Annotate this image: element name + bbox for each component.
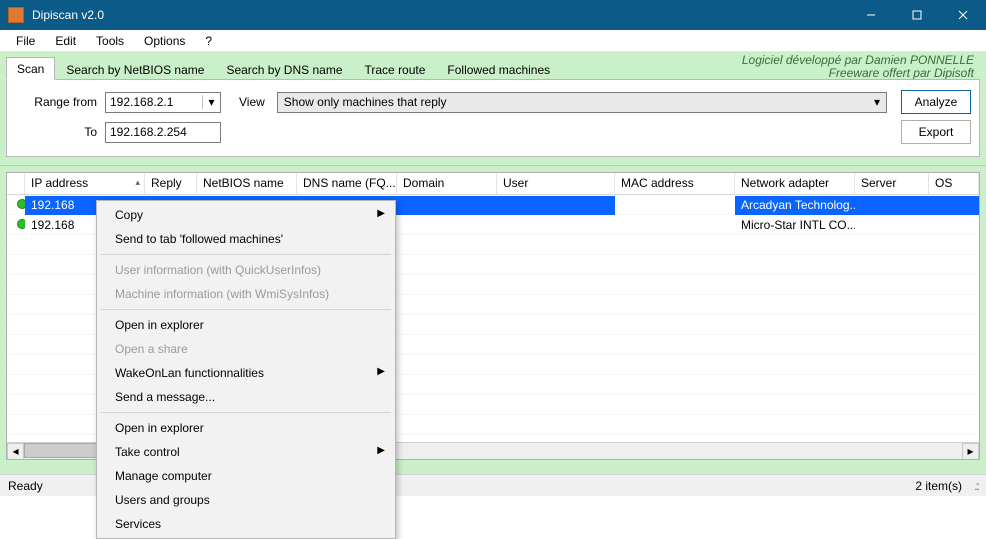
tab-scan[interactable]: Scan: [6, 57, 55, 80]
ctx-take-control[interactable]: Take control▶: [99, 440, 393, 464]
col-ip[interactable]: IP address: [25, 173, 145, 194]
submenu-arrow-icon: ▶: [377, 366, 385, 377]
menubar: File Edit Tools Options ?: [0, 30, 986, 52]
ctx-separator: [101, 254, 391, 255]
view-label: View: [239, 95, 265, 109]
to-input[interactable]: [105, 122, 221, 143]
ctx-manage-computer[interactable]: Manage computer: [99, 464, 393, 488]
cell-os: [929, 196, 979, 215]
tab-netbios[interactable]: Search by NetBIOS name: [55, 58, 215, 80]
cell-adapter: Micro-Star INTL CO....: [735, 216, 855, 235]
chevron-down-icon[interactable]: ▾: [202, 95, 220, 109]
col-adapter[interactable]: Network adapter: [735, 173, 855, 194]
analyze-button[interactable]: Analyze: [901, 90, 971, 114]
range-from-combo[interactable]: ▾: [105, 92, 221, 113]
cell-domain: [397, 216, 497, 235]
scroll-left-icon[interactable]: ◂: [7, 443, 24, 460]
status-left: Ready: [8, 479, 43, 493]
resize-grip-icon[interactable]: .::: [962, 479, 978, 493]
view-value: Show only machines that reply: [284, 95, 447, 109]
to-label: To: [15, 125, 105, 139]
col-status[interactable]: [7, 173, 25, 194]
tab-body-scan: Range from ▾ View Show only machines tha…: [6, 79, 980, 157]
col-netbios[interactable]: NetBIOS name: [197, 173, 297, 194]
top-panel: Logiciel développé par Damien PONNELLE F…: [0, 52, 986, 166]
submenu-arrow-icon: ▶: [377, 445, 385, 456]
col-os[interactable]: OS: [929, 173, 979, 194]
col-dns[interactable]: DNS name (FQ...: [297, 173, 397, 194]
scroll-right-icon[interactable]: ▸: [962, 443, 979, 460]
chevron-down-icon: ▾: [874, 95, 880, 109]
menu-file[interactable]: File: [6, 32, 45, 50]
cell-server: [855, 216, 929, 235]
ctx-users-groups[interactable]: Users and groups: [99, 488, 393, 512]
menu-options[interactable]: Options: [134, 32, 195, 50]
col-server[interactable]: Server: [855, 173, 929, 194]
submenu-arrow-icon: ▶: [377, 208, 385, 219]
cell-server: [855, 196, 929, 215]
cell-user: [497, 196, 615, 215]
ctx-services[interactable]: Services: [99, 512, 393, 536]
tab-followed[interactable]: Followed machines: [436, 58, 561, 80]
context-menu: Copy▶ Send to tab 'followed machines' Us…: [96, 200, 396, 539]
status-dot-icon: [17, 199, 25, 209]
export-button[interactable]: Export: [901, 120, 971, 144]
menu-help[interactable]: ?: [195, 32, 222, 50]
range-from-label: Range from: [15, 95, 105, 109]
close-button[interactable]: [940, 0, 986, 30]
grid-header: IP address Reply NetBIOS name DNS name (…: [7, 173, 979, 195]
status-dot-icon: [17, 219, 25, 229]
ctx-copy[interactable]: Copy▶: [99, 203, 393, 227]
cell-domain: [397, 196, 497, 215]
ctx-open-explorer-1[interactable]: Open in explorer: [99, 313, 393, 337]
ctx-open-explorer-2[interactable]: Open in explorer: [99, 416, 393, 440]
window-title: Dipiscan v2.0: [32, 8, 848, 22]
cell-adapter: Arcadyan Technolog...: [735, 196, 855, 215]
ctx-separator: [101, 309, 391, 310]
ctx-user-info: User information (with QuickUserInfos): [99, 258, 393, 282]
menu-tools[interactable]: Tools: [86, 32, 134, 50]
ctx-machine-info: Machine information (with WmiSysInfos): [99, 282, 393, 306]
cell-os: [929, 216, 979, 235]
ctx-send-to-tab[interactable]: Send to tab 'followed machines': [99, 227, 393, 251]
minimize-button[interactable]: [848, 0, 894, 30]
window-buttons: [848, 0, 986, 30]
cell-mac: [615, 216, 735, 235]
status-right: 2 item(s): [915, 479, 962, 493]
range-from-input[interactable]: [106, 95, 202, 109]
titlebar: Dipiscan v2.0: [0, 0, 986, 30]
menu-edit[interactable]: Edit: [45, 32, 86, 50]
cell-user: [497, 216, 615, 235]
credits: Logiciel développé par Damien PONNELLE F…: [742, 54, 974, 80]
maximize-button[interactable]: [894, 0, 940, 30]
col-domain[interactable]: Domain: [397, 173, 497, 194]
tab-traceroute[interactable]: Trace route: [354, 58, 437, 80]
ctx-send-message[interactable]: Send a message...: [99, 385, 393, 409]
cell-mac: [615, 196, 735, 215]
ctx-separator: [101, 412, 391, 413]
ctx-wakeonlan[interactable]: WakeOnLan functionnalities▶: [99, 361, 393, 385]
app-icon: [8, 7, 24, 23]
col-reply[interactable]: Reply: [145, 173, 197, 194]
tab-dns[interactable]: Search by DNS name: [215, 58, 353, 80]
col-user[interactable]: User: [497, 173, 615, 194]
view-dropdown[interactable]: Show only machines that reply ▾: [277, 92, 887, 113]
col-mac[interactable]: MAC address: [615, 173, 735, 194]
ctx-open-share: Open a share: [99, 337, 393, 361]
